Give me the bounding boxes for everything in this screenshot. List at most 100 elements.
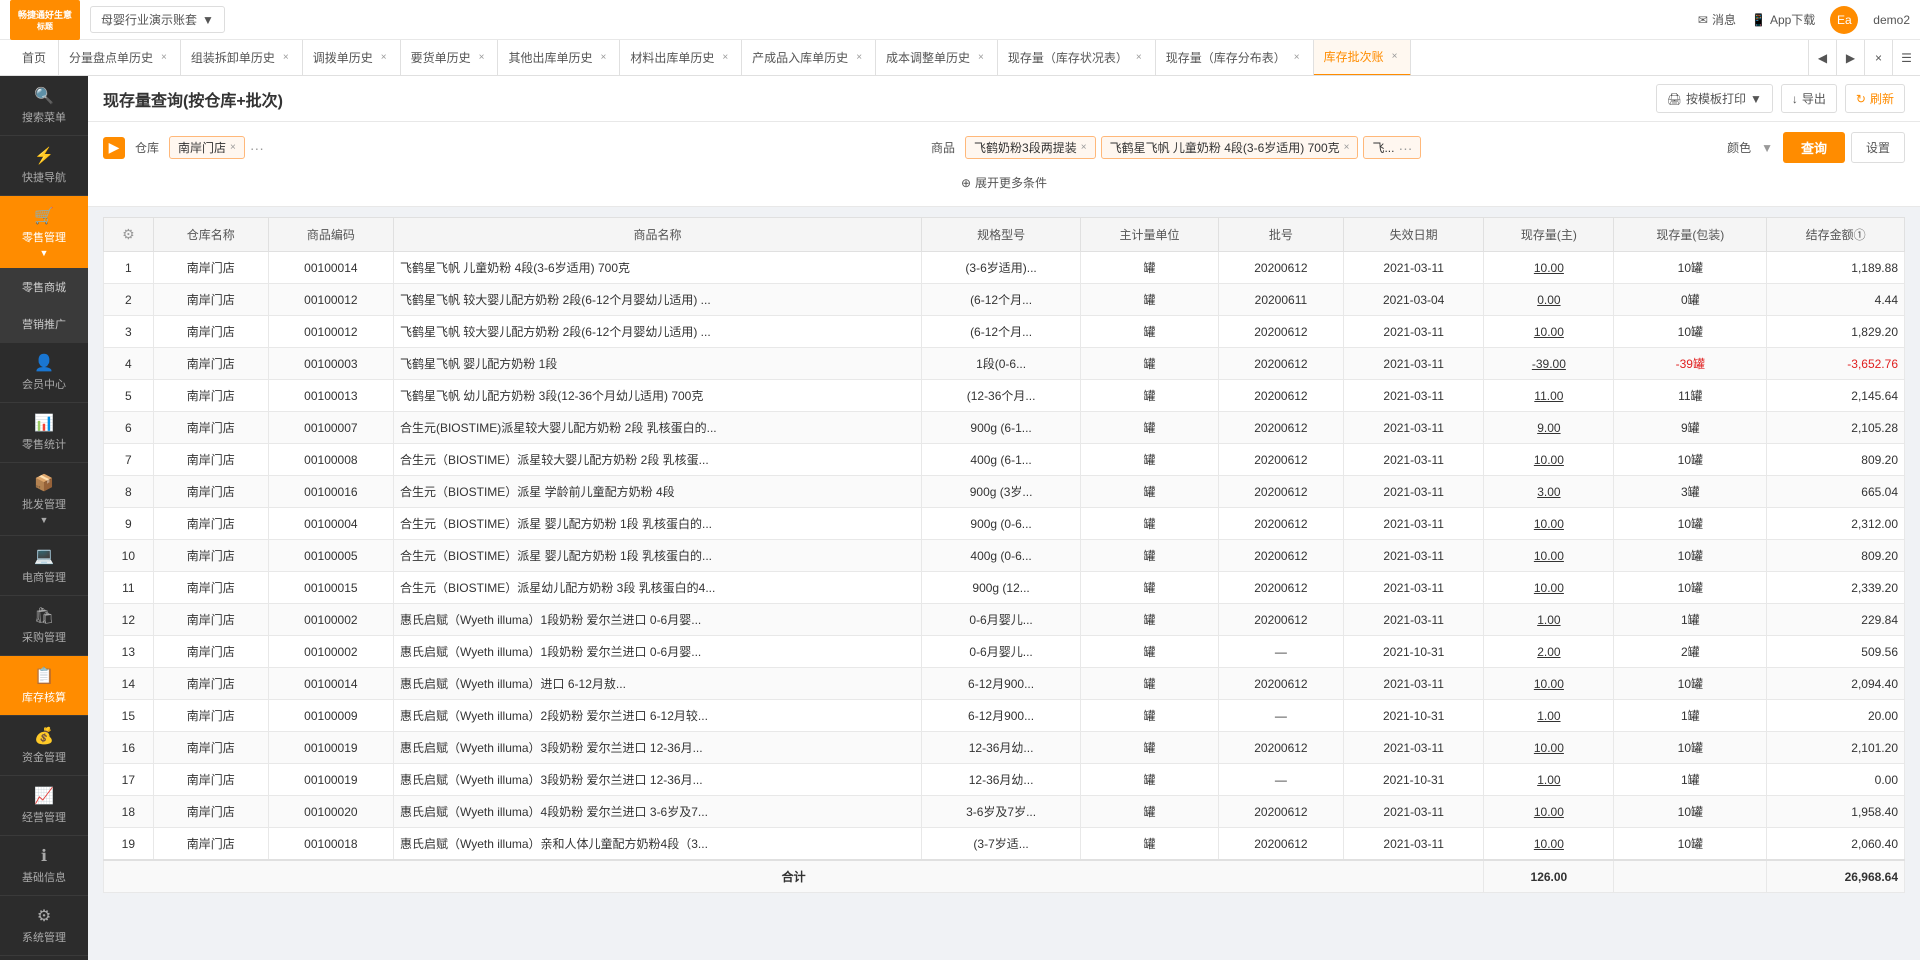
tab-close-7[interactable]: × xyxy=(853,51,865,64)
topbar: 畅捷通好生意 标题 母婴行业演示账套 ▼ ✉ 消息 📱 App下载 Ea dem… xyxy=(0,0,1920,40)
cell-qty-main[interactable]: 10.00 xyxy=(1484,540,1614,572)
product-tag-2-close[interactable]: × xyxy=(1344,142,1350,153)
sidebar-item-mall[interactable]: 零售商城 xyxy=(0,269,88,306)
cell-qty-main[interactable]: 10.00 xyxy=(1484,668,1614,700)
cell-qty-main[interactable]: 3.00 xyxy=(1484,476,1614,508)
sidebar-item-system[interactable]: ⚙ 系统管理 xyxy=(0,896,88,956)
cell-amount: 0.00 xyxy=(1767,764,1905,796)
warehouse-tag-close[interactable]: × xyxy=(230,142,236,153)
sidebar-item-wholesale[interactable]: 📦 批发管理 ▼ xyxy=(0,463,88,536)
cell-qty-main[interactable]: 1.00 xyxy=(1484,700,1614,732)
cell-qty-main[interactable]: 9.00 xyxy=(1484,412,1614,444)
tab-close-6[interactable]: × xyxy=(719,51,731,64)
cell-qty-pkg: 1罐 xyxy=(1614,604,1767,636)
cell-warehouse: 南岸门店 xyxy=(153,444,268,476)
settings-icon[interactable]: ⚙ xyxy=(122,226,135,242)
tab-close-9[interactable]: × xyxy=(1133,51,1145,64)
tab-7[interactable]: 产成品入库单历史 × xyxy=(742,40,876,76)
avatar[interactable]: Ea xyxy=(1830,6,1858,34)
cell-qty-main[interactable]: 10.00 xyxy=(1484,316,1614,348)
cell-qty-main[interactable]: 11.00 xyxy=(1484,380,1614,412)
tab-close-4[interactable]: × xyxy=(476,51,488,64)
sidebar-item-member[interactable]: 👤 会员中心 xyxy=(0,343,88,403)
cell-qty-main[interactable]: 2.00 xyxy=(1484,636,1614,668)
cell-spec: (6-12个月... xyxy=(922,284,1081,316)
cell-qty-main[interactable]: 1.00 xyxy=(1484,604,1614,636)
cell-qty-pkg: 0罐 xyxy=(1614,284,1767,316)
cell-qty-main[interactable]: 10.00 xyxy=(1484,508,1614,540)
refresh-btn[interactable]: ↻ 刷新 xyxy=(1845,84,1905,113)
tab-nav-btns: ◀ ▶ × ☰ xyxy=(1808,40,1920,76)
sidebar-item-purchase[interactable]: 🛍 采购管理 xyxy=(0,596,88,656)
account-selector[interactable]: 母婴行业演示账套 ▼ xyxy=(90,6,225,33)
tab-close-3[interactable]: × xyxy=(378,51,390,64)
sidebar-item-ops[interactable]: 📈 经营管理 xyxy=(0,776,88,836)
product-tag-1-close[interactable]: × xyxy=(1081,142,1087,153)
sidebar-item-base[interactable]: ℹ 基础信息 xyxy=(0,836,88,896)
sidebar-item-search[interactable]: 🔍 搜索菜单 xyxy=(0,76,88,136)
sidebar-item-inventory[interactable]: 📋 库存核算 xyxy=(0,656,88,716)
sidebar-item-ecom[interactable]: 💻 电商管理 xyxy=(0,536,88,596)
sidebar-item-retail[interactable]: 🛒 零售管理 ▼ xyxy=(0,196,88,269)
query-btn[interactable]: 查询 xyxy=(1783,132,1845,163)
sidebar-item-retail-stats[interactable]: 📊 零售统计 xyxy=(0,403,88,463)
sidebar-item-collab[interactable]: 🤝 企业协同 xyxy=(0,956,88,960)
cell-qty-main[interactable]: 10.00 xyxy=(1484,252,1614,284)
tab-9[interactable]: 现存量（库存状况表） × xyxy=(998,40,1156,76)
tab-4[interactable]: 要货单历史 × xyxy=(401,40,499,76)
cell-qty-main[interactable]: 10.00 xyxy=(1484,796,1614,828)
tab-close-11[interactable]: × xyxy=(1389,50,1401,63)
cell-qty-pkg: 1罐 xyxy=(1614,764,1767,796)
print-btn[interactable]: 🖨 按模板打印 ▼ xyxy=(1656,84,1773,113)
tab-close-8[interactable]: × xyxy=(975,51,987,64)
cell-amount: 2,060.40 xyxy=(1767,828,1905,861)
cell-spec: 6-12月900... xyxy=(922,668,1081,700)
tab-prev-btn[interactable]: ◀ xyxy=(1808,40,1836,76)
product-more[interactable]: ··· xyxy=(1398,140,1412,156)
export-btn[interactable]: ↓ 导出 xyxy=(1781,84,1837,113)
cell-qty-main[interactable]: 1.00 xyxy=(1484,764,1614,796)
tab-close-all-btn[interactable]: × xyxy=(1864,40,1892,76)
cell-qty-main[interactable]: 10.00 xyxy=(1484,828,1614,861)
tab-close-1[interactable]: × xyxy=(158,51,170,64)
warehouse-more[interactable]: ··· xyxy=(250,140,264,156)
filter-expand-btn[interactable]: ▶ xyxy=(103,137,125,159)
tab-6[interactable]: 材料出库单历史 × xyxy=(620,40,742,76)
sidebar-item-marketing[interactable]: 营销推广 xyxy=(0,306,88,343)
settings-btn[interactable]: 设置 xyxy=(1851,132,1905,163)
col-qty-pkg: 现存量(包装) xyxy=(1614,218,1767,252)
tab-close-5[interactable]: × xyxy=(597,51,609,64)
cell-code: 00100020 xyxy=(268,796,393,828)
sidebar-item-quicknav[interactable]: ⚡ 快捷导航 xyxy=(0,136,88,196)
tab-next-btn[interactable]: ▶ xyxy=(1836,40,1864,76)
tab-3[interactable]: 调拨单历史 × xyxy=(303,40,401,76)
tab-home[interactable]: 首页 xyxy=(10,40,59,76)
tab-11[interactable]: 库存批次账 × xyxy=(1314,40,1412,76)
cell-qty-main[interactable]: 10.00 xyxy=(1484,444,1614,476)
tab-menu-btn[interactable]: ☰ xyxy=(1892,40,1920,76)
tab-1[interactable]: 分量盘点单历史 × xyxy=(59,40,181,76)
cell-unit: 罐 xyxy=(1081,796,1219,828)
app-download-btn[interactable]: 📱 App下载 xyxy=(1751,11,1815,28)
cell-qty-pkg: 10罐 xyxy=(1614,540,1767,572)
tab-5[interactable]: 其他出库单历史 × xyxy=(498,40,620,76)
expand-more-btn[interactable]: ⊕ 展开更多条件 xyxy=(956,169,1052,196)
table-row: 1 南岸门店 00100014 飞鹤星飞帆 儿童奶粉 4段(3-6岁适用) 70… xyxy=(104,252,1905,284)
cell-qty-main[interactable]: 10.00 xyxy=(1484,572,1614,604)
tab-10[interactable]: 现存量（库存分布表） × xyxy=(1156,40,1314,76)
cell-qty-main[interactable]: 10.00 xyxy=(1484,732,1614,764)
tab-8[interactable]: 成本调整单历史 × xyxy=(876,40,998,76)
color-dropdown-icon[interactable]: ▼ xyxy=(1761,141,1773,155)
tab-close-2[interactable]: × xyxy=(280,51,292,64)
cell-qty-main[interactable]: 0.00 xyxy=(1484,284,1614,316)
cell-qty-pkg: -39罐 xyxy=(1614,348,1767,380)
cell-unit: 罐 xyxy=(1081,636,1219,668)
cell-qty-main[interactable]: -39.00 xyxy=(1484,348,1614,380)
tab-2[interactable]: 组装拆卸单历史 × xyxy=(181,40,303,76)
sidebar-item-finance[interactable]: 💰 资金管理 xyxy=(0,716,88,776)
cell-no: 10 xyxy=(104,540,154,572)
product-tag-2-text: 飞鹤星飞帆 儿童奶粉 4段(3-6岁适用) 700克 xyxy=(1110,139,1340,156)
logo-line2: 标题 xyxy=(37,21,53,32)
message-btn[interactable]: ✉ 消息 xyxy=(1698,11,1736,28)
tab-close-10[interactable]: × xyxy=(1291,51,1303,64)
